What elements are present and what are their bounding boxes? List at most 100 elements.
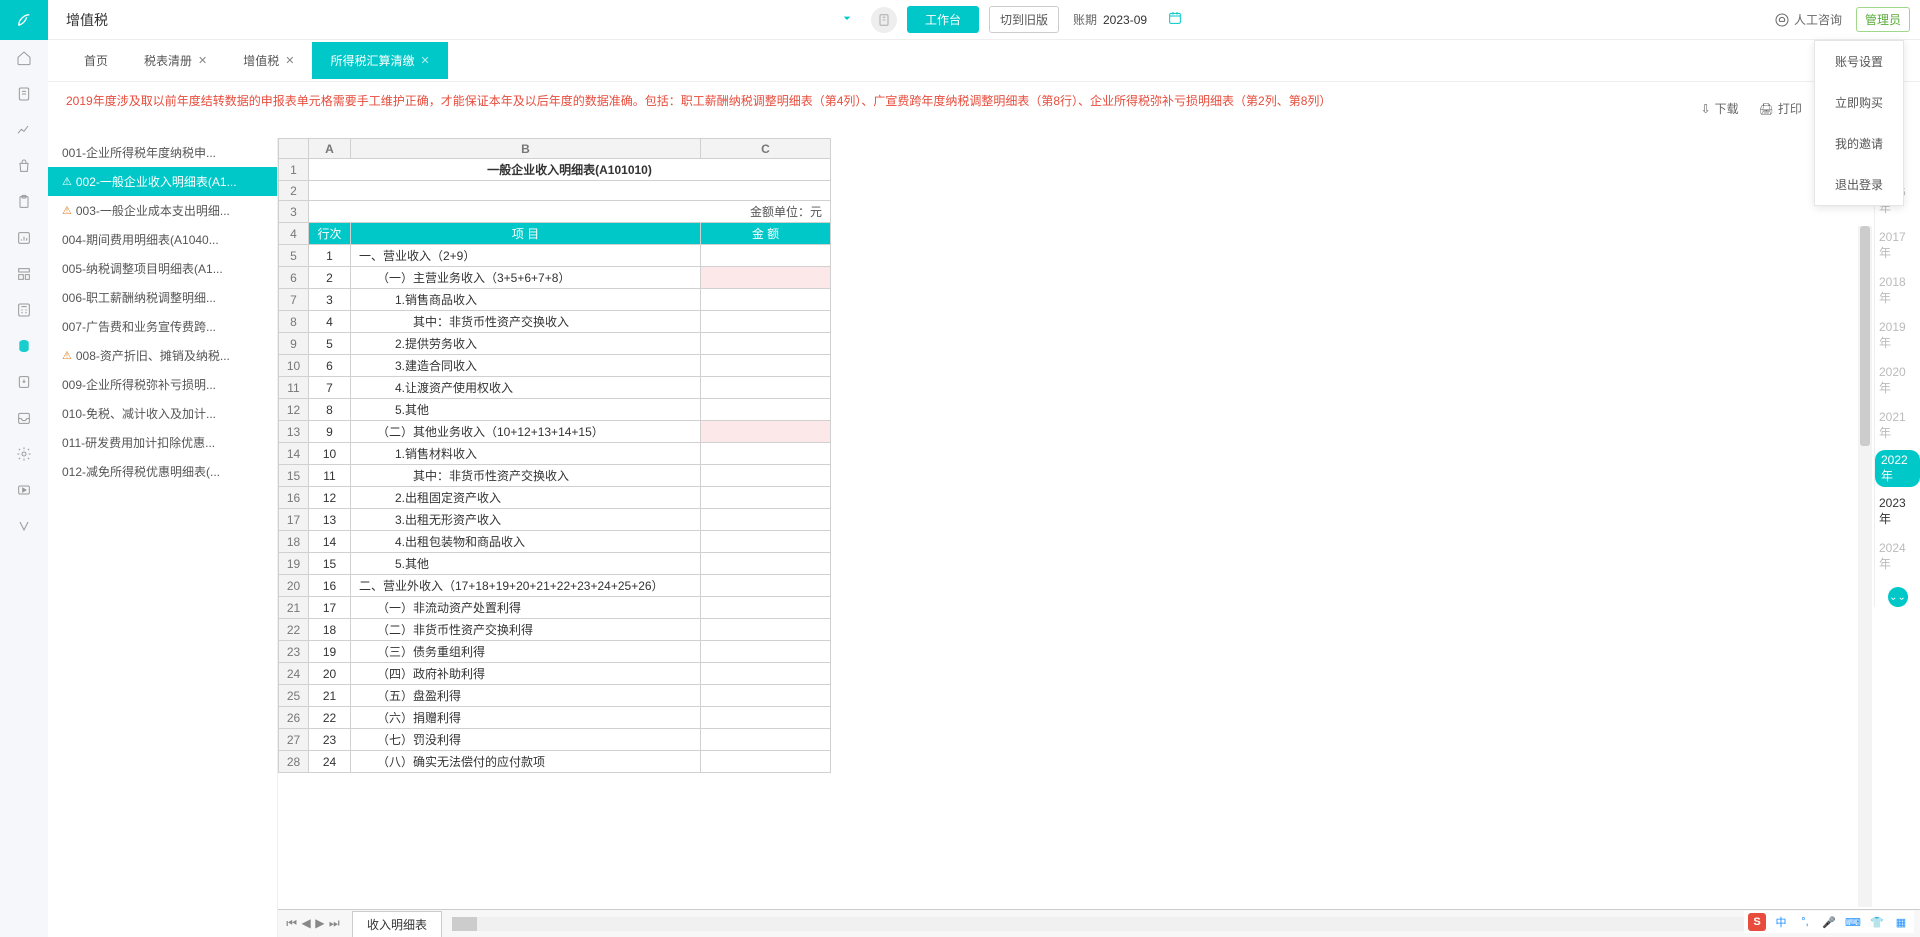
amount-cell[interactable] xyxy=(701,487,831,509)
year-option[interactable]: 2021年 xyxy=(1875,405,1920,446)
tree-item[interactable]: 007-广告费和业务宣传费跨... xyxy=(48,312,277,341)
row-number[interactable]: 1 xyxy=(309,245,351,267)
amount-cell[interactable] xyxy=(701,575,831,597)
item-cell[interactable]: （八）确实无法偿付的应付款项 xyxy=(351,751,701,773)
calendar-icon[interactable] xyxy=(1167,10,1183,29)
amount-cell[interactable] xyxy=(701,443,831,465)
item-cell[interactable]: 4.出租包装物和商品收入 xyxy=(351,531,701,553)
item-cell[interactable]: 3.建造合同收入 xyxy=(351,355,701,377)
tree-item[interactable]: 005-纳税调整项目明细表(A1... xyxy=(48,254,277,283)
nav-chart-icon[interactable] xyxy=(0,112,48,148)
vertical-scrollbar[interactable] xyxy=(1858,226,1872,907)
row-number[interactable]: 19 xyxy=(309,641,351,663)
row-number[interactable]: 16 xyxy=(309,575,351,597)
tab-首页[interactable]: 首页 xyxy=(66,42,126,79)
row-number[interactable]: 8 xyxy=(309,399,351,421)
item-cell[interactable]: （七）罚没利得 xyxy=(351,729,701,751)
tree-item[interactable]: 001-企业所得税年度纳税申... xyxy=(48,138,277,167)
user-menu-item[interactable]: 账号设置 xyxy=(1815,41,1903,82)
ime-mic-icon[interactable]: 🎤 xyxy=(1820,913,1838,931)
ime-s-icon[interactable]: S xyxy=(1748,913,1766,931)
switch-old-button[interactable]: 切到旧版 xyxy=(989,6,1059,33)
tree-item[interactable]: 006-职工薪酬纳税调整明细... xyxy=(48,283,277,312)
item-cell[interactable]: （二）其他业务收入（10+12+13+14+15） xyxy=(351,421,701,443)
tab-税表清册[interactable]: 税表清册✕ xyxy=(126,42,225,79)
year-option[interactable]: 2023年 xyxy=(1875,491,1920,532)
row-number[interactable]: 11 xyxy=(309,465,351,487)
nav-settings-icon[interactable] xyxy=(0,436,48,472)
amount-cell[interactable] xyxy=(701,597,831,619)
tree-item[interactable]: 012-减免所得税优惠明细表(... xyxy=(48,457,277,486)
app-logo[interactable] xyxy=(0,0,48,40)
item-cell[interactable]: （五）盘盈利得 xyxy=(351,685,701,707)
spreadsheet-grid[interactable]: ABC 1一般企业收入明细表(A101010) 2 3金额单位：元 4行次项 目… xyxy=(278,138,831,773)
ime-grid-icon[interactable]: ▦ xyxy=(1892,913,1910,931)
tree-item[interactable]: 011-研发费用加计扣除优惠... xyxy=(48,428,277,457)
amount-cell[interactable] xyxy=(701,685,831,707)
amount-cell[interactable] xyxy=(701,311,831,333)
item-cell[interactable]: 其中：非货币性资产交换收入 xyxy=(351,311,701,333)
year-option[interactable]: 2019年 xyxy=(1875,315,1920,356)
item-cell[interactable]: 4.让渡资产使用权收入 xyxy=(351,377,701,399)
row-number[interactable]: 7 xyxy=(309,377,351,399)
col-header-a[interactable]: A xyxy=(309,139,351,159)
tree-item[interactable]: ⚠003-一般企业成本支出明细... xyxy=(48,196,277,225)
nav-doc-icon[interactable] xyxy=(0,76,48,112)
tab-close-icon[interactable]: ✕ xyxy=(421,54,430,67)
item-cell[interactable]: 1.销售商品收入 xyxy=(351,289,701,311)
consult-link[interactable]: 人工咨询 xyxy=(1774,11,1842,28)
ime-punct-icon[interactable]: °, xyxy=(1796,913,1814,931)
row-number[interactable]: 6 xyxy=(309,355,351,377)
year-option[interactable]: 2018年 xyxy=(1875,270,1920,311)
amount-cell[interactable] xyxy=(701,245,831,267)
item-cell[interactable]: （四）政府补助利得 xyxy=(351,663,701,685)
sheet-tab[interactable]: 收入明细表 xyxy=(352,911,442,937)
amount-cell[interactable] xyxy=(701,289,831,311)
user-menu-item[interactable]: 我的邀请 xyxy=(1815,123,1903,164)
amount-cell[interactable] xyxy=(701,465,831,487)
row-number[interactable]: 21 xyxy=(309,685,351,707)
print-button[interactable]: 🖨 打印 xyxy=(1759,100,1802,117)
col-header-b[interactable]: B xyxy=(351,139,701,159)
item-cell[interactable]: （一）主营业务收入（3+5+6+7+8） xyxy=(351,267,701,289)
amount-cell[interactable] xyxy=(701,553,831,575)
item-cell[interactable]: （一）非流动资产处置利得 xyxy=(351,597,701,619)
tab-close-icon[interactable]: ✕ xyxy=(198,54,207,67)
tab-增值税[interactable]: 增值税✕ xyxy=(225,42,312,79)
ime-lang-icon[interactable]: 中 xyxy=(1772,913,1790,931)
row-number[interactable]: 20 xyxy=(309,663,351,685)
item-cell[interactable]: 5.其他 xyxy=(351,553,701,575)
user-menu-item[interactable]: 退出登录 xyxy=(1815,164,1903,205)
year-option[interactable]: 2020年 xyxy=(1875,360,1920,401)
item-cell[interactable]: 其中：非货币性资产交换收入 xyxy=(351,465,701,487)
item-cell[interactable]: 2.提供劳务收入 xyxy=(351,333,701,355)
nav-inbox-icon[interactable] xyxy=(0,400,48,436)
row-number[interactable]: 5 xyxy=(309,333,351,355)
nav-clipboard-icon[interactable] xyxy=(0,184,48,220)
nav-export-icon[interactable] xyxy=(0,364,48,400)
tab-所得税汇算清缴[interactable]: 所得税汇算清缴✕ xyxy=(312,42,447,79)
amount-cell[interactable] xyxy=(701,531,831,553)
tree-item[interactable]: 004-期间费用明细表(A1040... xyxy=(48,225,277,254)
year-option[interactable]: 2022年 xyxy=(1875,450,1920,487)
user-menu-item[interactable]: 立即购买 xyxy=(1815,82,1903,123)
nav-v-icon[interactable] xyxy=(0,508,48,544)
row-number[interactable]: 10 xyxy=(309,443,351,465)
amount-cell[interactable] xyxy=(701,729,831,751)
tab-close-icon[interactable]: ✕ xyxy=(285,54,294,67)
ime-skin-icon[interactable]: 👕 xyxy=(1868,913,1886,931)
nav-report-icon[interactable] xyxy=(0,220,48,256)
row-number[interactable]: 9 xyxy=(309,421,351,443)
item-cell[interactable]: 一、营业收入（2+9） xyxy=(351,245,701,267)
item-cell[interactable]: 1.销售材料收入 xyxy=(351,443,701,465)
row-number[interactable]: 23 xyxy=(309,729,351,751)
item-cell[interactable]: （六）捐赠利得 xyxy=(351,707,701,729)
tree-item[interactable]: ⚠002-一般企业收入明细表(A1... xyxy=(48,167,277,196)
amount-cell[interactable] xyxy=(701,267,831,289)
ime-keyboard-icon[interactable]: ⌨ xyxy=(1844,913,1862,931)
amount-cell[interactable] xyxy=(701,751,831,773)
item-cell[interactable]: 二、营业外收入（17+18+19+20+21+22+23+24+25+26） xyxy=(351,575,701,597)
amount-cell[interactable] xyxy=(701,641,831,663)
tree-item[interactable]: 010-免税、减计收入及加计... xyxy=(48,399,277,428)
row-number[interactable]: 17 xyxy=(309,597,351,619)
